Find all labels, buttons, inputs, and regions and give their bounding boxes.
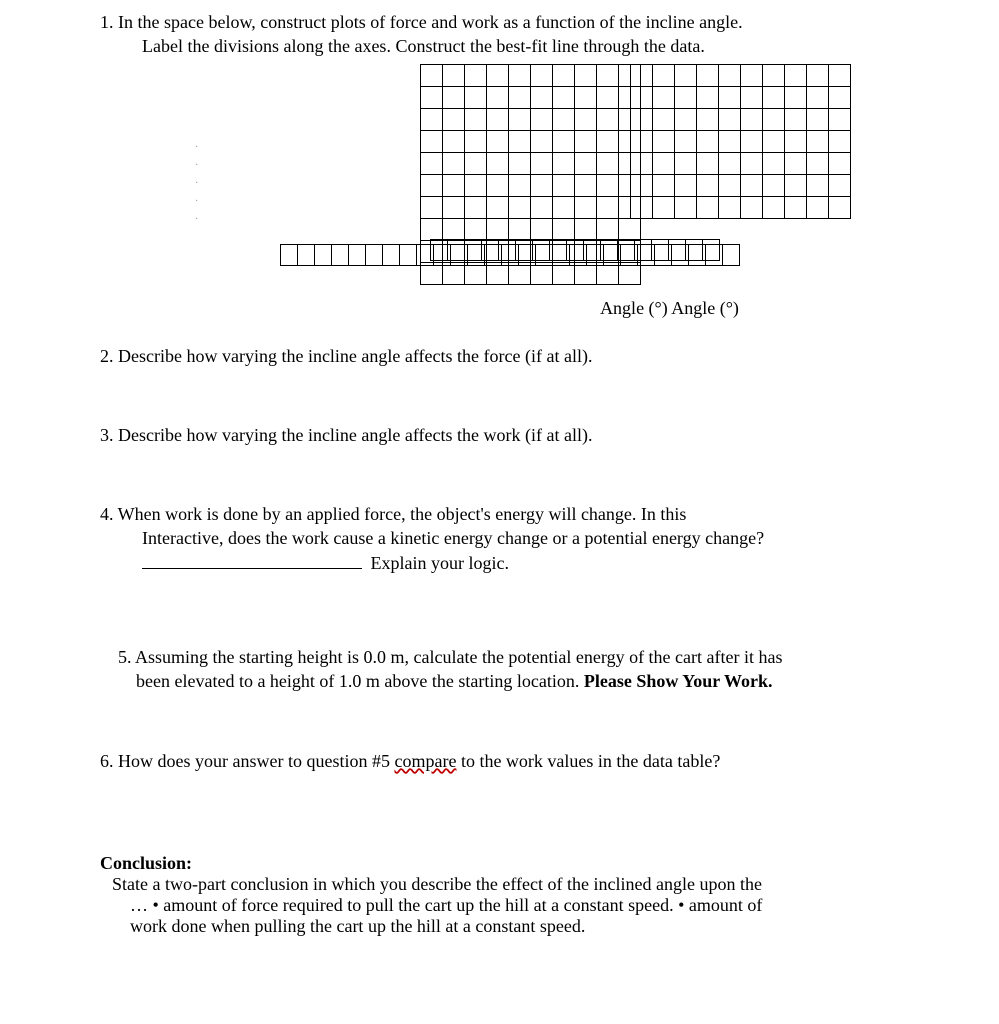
q1-text: 1. In the space below, construct plots o…	[100, 10, 899, 59]
faint-axis-dots: ·····	[195, 139, 200, 229]
grid-overlay-table	[430, 239, 720, 261]
worksheet-page: 1. In the space below, construct plots o…	[0, 0, 999, 977]
question-1: 1. In the space below, construct plots o…	[100, 10, 899, 319]
plot-grid-right	[630, 64, 851, 219]
question-2: 2. Describe how varying the incline angl…	[100, 344, 899, 368]
q5-line2-wrap: been elevated to a height of 1.0 m above…	[118, 669, 899, 693]
axis-labels: Angle (°) Angle (°)	[100, 298, 899, 319]
q4-after-blank: Explain your logic.	[366, 553, 509, 573]
plot-grids-area: ·····	[100, 64, 899, 294]
q2-text: 2. Describe how varying the incline angl…	[100, 344, 899, 368]
conclusion-section: Conclusion: State a two-part conclusion …	[100, 853, 899, 937]
plot-grid-overlay	[430, 239, 720, 261]
q5-line2a: been elevated to a height of 1.0 m above…	[136, 671, 584, 691]
q4-text: 4. When work is done by an applied force…	[100, 502, 899, 575]
conclusion-body: State a two-part conclusion in which you…	[100, 874, 899, 937]
q5-line2b: Please Show Your Work.	[584, 671, 773, 691]
q4-line2-wrap: Interactive, does the work cause a kinet…	[100, 526, 899, 575]
q4-blank[interactable]	[142, 568, 362, 569]
conclusion-heading: Conclusion:	[100, 853, 192, 873]
conclusion-line3: work done when pulling the cart up the h…	[130, 916, 585, 936]
conclusion-line1: State a two-part conclusion in which you…	[112, 874, 762, 894]
conclusion-line2: … • amount of force required to pull the…	[130, 895, 762, 915]
q6-text: 6. How does your answer to question #5 c…	[100, 749, 899, 773]
grid-b-table	[630, 64, 851, 219]
q6-after: to the work values in the data table?	[456, 751, 720, 771]
q1-line1: 1. In the space below, construct plots o…	[100, 12, 743, 32]
q3-text: 3. Describe how varying the incline angl…	[100, 423, 899, 447]
q5-line1: 5. Assuming the starting height is 0.0 m…	[118, 647, 783, 667]
q1-line2: Label the divisions along the axes. Cons…	[100, 34, 899, 58]
q4-line2: Interactive, does the work cause a kinet…	[142, 528, 764, 548]
q4-line1: 4. When work is done by an applied force…	[100, 504, 686, 524]
conclusion-lines23: … • amount of force required to pull the…	[112, 895, 899, 937]
question-4: 4. When work is done by an applied force…	[100, 502, 899, 575]
question-5: 5. Assuming the starting height is 0.0 m…	[100, 645, 899, 694]
question-3: 3. Describe how varying the incline angl…	[100, 423, 899, 447]
q6-wavy: compare	[394, 751, 456, 771]
question-6: 6. How does your answer to question #5 c…	[100, 749, 899, 773]
q6-before: 6. How does your answer to question #5	[100, 751, 394, 771]
q5-text: 5. Assuming the starting height is 0.0 m…	[118, 645, 899, 694]
